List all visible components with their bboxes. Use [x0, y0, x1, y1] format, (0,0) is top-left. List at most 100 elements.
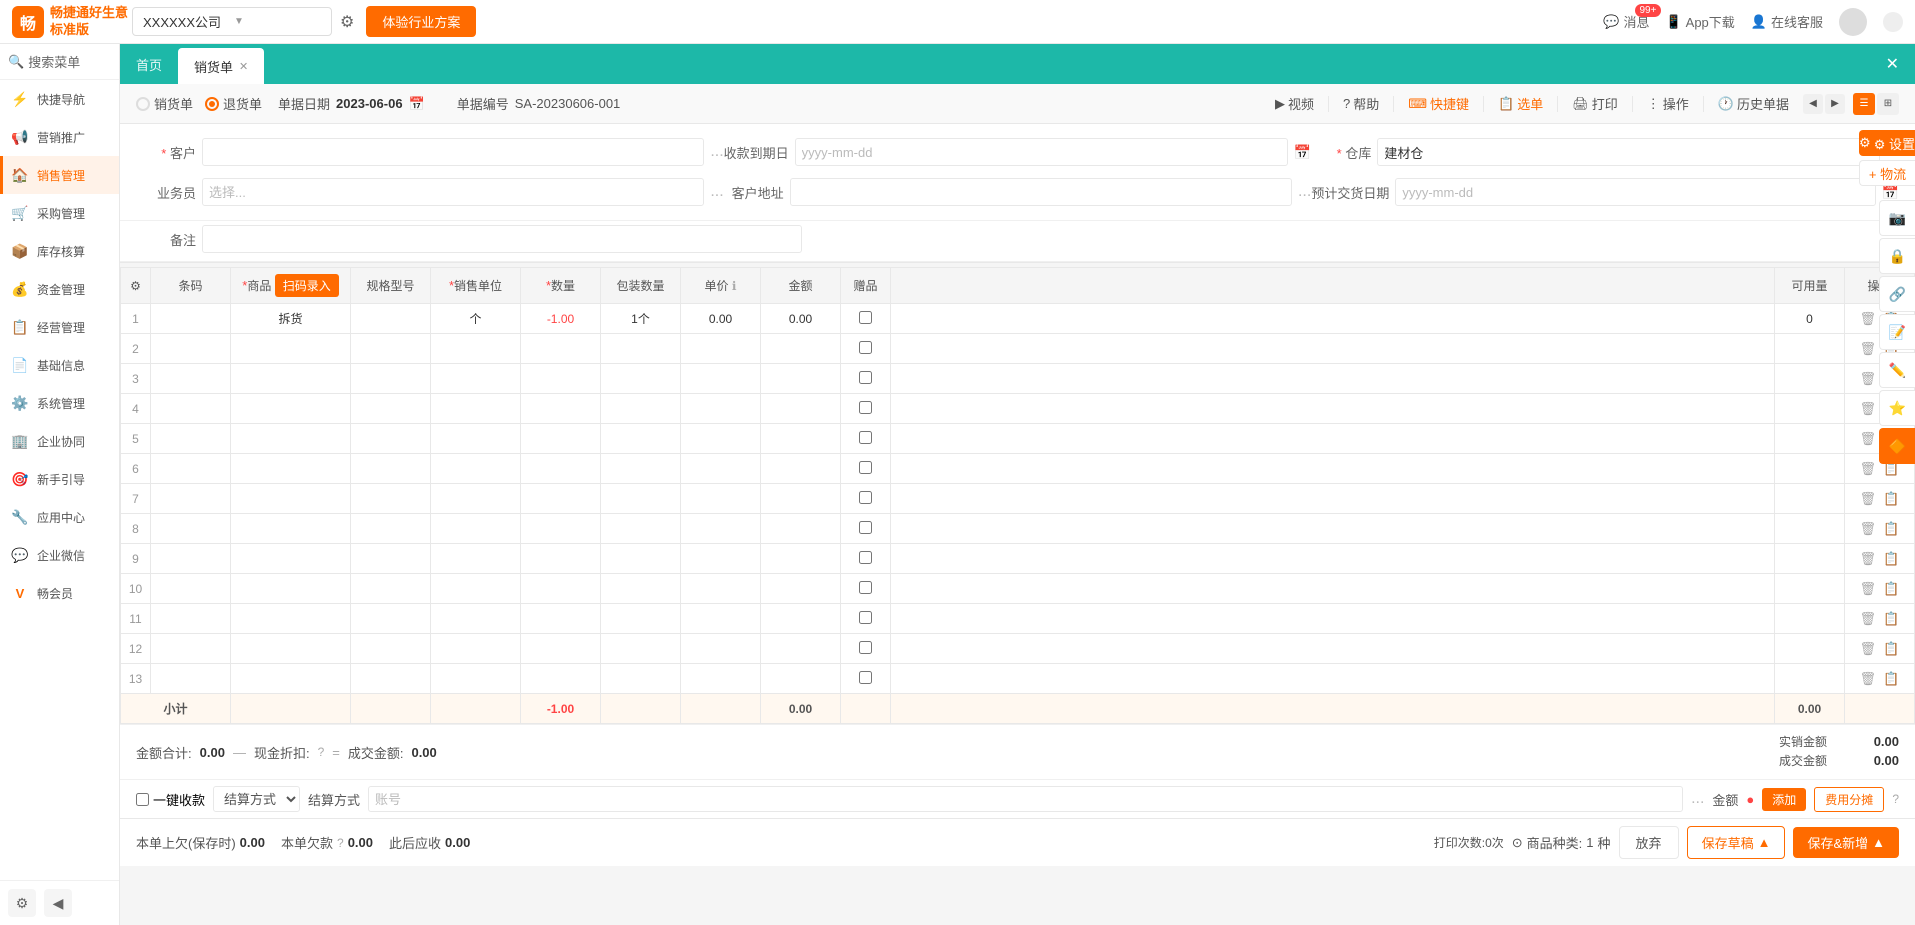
gift-checkbox[interactable] — [859, 401, 872, 414]
row-unit[interactable] — [431, 664, 521, 694]
row-delete-icon[interactable]: 🗑 — [1859, 491, 1876, 506]
row-price[interactable] — [681, 544, 761, 574]
row-delete-icon[interactable]: 🗑 — [1859, 641, 1876, 656]
sidebar-item-member[interactable]: V 畅会员 — [0, 574, 119, 612]
row-spec[interactable] — [351, 454, 431, 484]
row-gift[interactable] — [841, 304, 891, 334]
row-gift[interactable] — [841, 634, 891, 664]
right-panel-photo-icon[interactable]: 📷 — [1879, 200, 1915, 236]
online-service-button[interactable]: 👤 在线客服 — [1751, 12, 1823, 31]
row-unit[interactable]: 个 — [431, 304, 521, 334]
right-panel-active-icon[interactable]: 🔶 — [1879, 428, 1915, 464]
gift-checkbox[interactable] — [859, 311, 872, 324]
nav-next-button[interactable]: ▶ — [1825, 94, 1845, 114]
row-gift[interactable] — [841, 424, 891, 454]
row-qty[interactable] — [521, 664, 601, 694]
row-unit[interactable] — [431, 424, 521, 454]
row-amount[interactable] — [761, 364, 841, 394]
row-unit[interactable] — [431, 604, 521, 634]
gift-checkbox[interactable] — [859, 461, 872, 474]
row-amount[interactable] — [761, 664, 841, 694]
salesman-input[interactable] — [202, 178, 704, 206]
tab-home[interactable]: 首页 — [120, 44, 178, 84]
choose-button[interactable]: 📋 选单 — [1492, 92, 1549, 115]
row-barcode[interactable] — [151, 454, 231, 484]
row-spec[interactable] — [351, 574, 431, 604]
row-product[interactable] — [231, 484, 351, 514]
row-unit[interactable] — [431, 514, 521, 544]
row-gift[interactable] — [841, 574, 891, 604]
row-delete-icon[interactable]: 🗑 — [1859, 371, 1876, 386]
sidebar-item-purchase[interactable]: 🛒 采购管理 — [0, 194, 119, 232]
account-dots-icon[interactable]: ... — [1691, 790, 1704, 808]
row-qty[interactable] — [521, 424, 601, 454]
row-qty[interactable] — [521, 334, 601, 364]
sidebar-search[interactable]: 🔍 搜索菜单 — [0, 44, 119, 80]
row-copy-icon[interactable]: 📋 — [1883, 611, 1899, 626]
row-price[interactable] — [681, 514, 761, 544]
sidebar-item-basic[interactable]: 📄 基础信息 — [0, 346, 119, 384]
row-delete-icon[interactable]: 🗑 — [1859, 611, 1876, 626]
row-price[interactable] — [681, 424, 761, 454]
expense-button[interactable]: 费用分摊 — [1814, 787, 1884, 812]
row-gift[interactable] — [841, 664, 891, 694]
row-price[interactable] — [681, 394, 761, 424]
add-payment-button[interactable]: 添加 — [1762, 788, 1806, 811]
row-barcode[interactable] — [151, 514, 231, 544]
row-price[interactable] — [681, 454, 761, 484]
row-amount[interactable] — [761, 514, 841, 544]
row-unit[interactable] — [431, 544, 521, 574]
settings-button[interactable]: ⚙ ⚙ 设置 — [1859, 130, 1915, 156]
row-barcode[interactable] — [151, 604, 231, 634]
tab-close-icon[interactable]: ✕ — [239, 60, 248, 73]
row-copy-icon[interactable]: 📋 — [1883, 641, 1899, 656]
right-panel-link-icon[interactable]: 🔗 — [1879, 276, 1915, 312]
row-unit[interactable] — [431, 634, 521, 664]
warehouse-input[interactable] — [1377, 138, 1879, 166]
shortcut-button[interactable]: ⌨ 快捷键 — [1402, 92, 1475, 115]
row-pkg-qty[interactable] — [601, 604, 681, 634]
save-draft-button[interactable]: 保存草稿 ▲ — [1687, 826, 1786, 859]
messages-button[interactable]: 💬 消息 99+ — [1603, 12, 1649, 31]
row-spec[interactable] — [351, 304, 431, 334]
row-amount[interactable] — [761, 394, 841, 424]
payment-method-select[interactable]: 结算方式 — [213, 786, 300, 812]
row-price[interactable] — [681, 484, 761, 514]
row-price[interactable] — [681, 334, 761, 364]
row-pkg-qty[interactable] — [601, 484, 681, 514]
salesman-dots-icon[interactable]: ... — [710, 183, 723, 201]
row-pkg-qty[interactable] — [601, 394, 681, 424]
due-date-input[interactable] — [795, 138, 1288, 166]
one-key-pay-input[interactable] — [136, 793, 149, 806]
row-amount[interactable] — [761, 634, 841, 664]
gift-checkbox[interactable] — [859, 431, 872, 444]
row-pkg-qty[interactable] — [601, 424, 681, 454]
row-unit[interactable] — [431, 574, 521, 604]
row-unit[interactable] — [431, 364, 521, 394]
row-delete-icon[interactable]: 🗑 — [1859, 311, 1876, 326]
row-unit[interactable] — [431, 454, 521, 484]
row-spec[interactable] — [351, 424, 431, 454]
sidebar-item-quick-nav[interactable]: ⚡ 快捷导航 — [0, 80, 119, 118]
right-panel-edit-icon[interactable]: ✏️ — [1879, 352, 1915, 388]
sidebar-item-appstore[interactable]: 🔧 应用中心 — [0, 498, 119, 536]
row-barcode[interactable] — [151, 394, 231, 424]
gift-checkbox[interactable] — [859, 551, 872, 564]
row-copy-icon[interactable]: 📋 — [1883, 581, 1899, 596]
avatar[interactable] — [1839, 8, 1867, 36]
account-input[interactable] — [368, 786, 1683, 812]
scan-button[interactable]: 扫码录入 — [275, 274, 339, 297]
row-price[interactable] — [681, 664, 761, 694]
sidebar-item-finance[interactable]: 💰 资金管理 — [0, 270, 119, 308]
row-copy-icon[interactable]: 📋 — [1883, 491, 1899, 506]
row-qty[interactable]: -1.00 — [521, 304, 601, 334]
row-product[interactable] — [231, 334, 351, 364]
row-amount[interactable] — [761, 334, 841, 364]
row-copy-icon[interactable]: 📋 — [1883, 671, 1899, 686]
row-pkg-qty[interactable] — [601, 334, 681, 364]
row-pkg-qty[interactable] — [601, 454, 681, 484]
gift-checkbox[interactable] — [859, 371, 872, 384]
row-gift[interactable] — [841, 514, 891, 544]
row-qty[interactable] — [521, 544, 601, 574]
row-gift[interactable] — [841, 484, 891, 514]
